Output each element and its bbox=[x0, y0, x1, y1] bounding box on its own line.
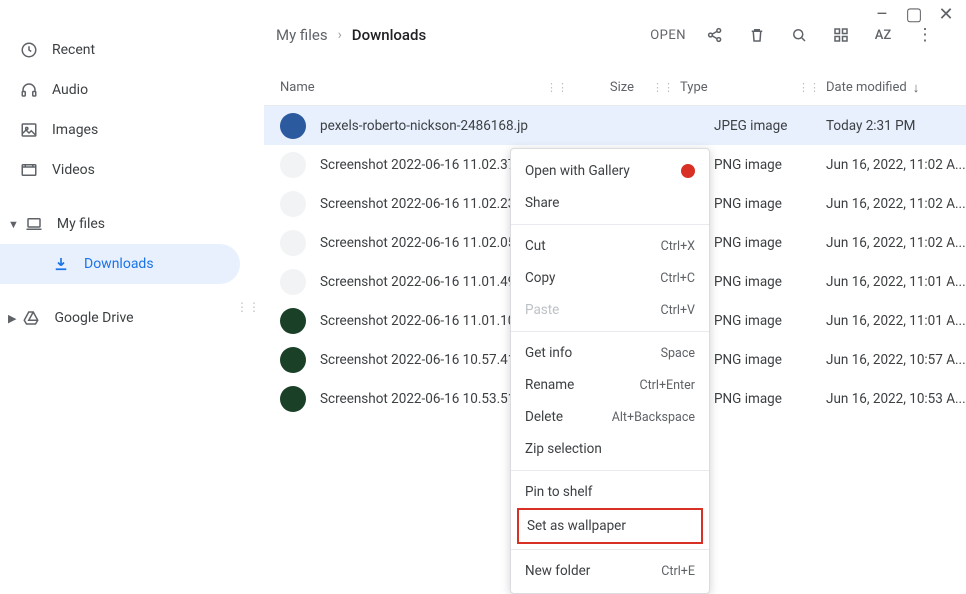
file-thumb-icon bbox=[280, 113, 306, 139]
menu-zip[interactable]: Zip selection bbox=[511, 433, 709, 465]
file-thumb-icon bbox=[280, 152, 306, 178]
file-date: Jun 16, 2022, 10:53 A... bbox=[826, 391, 966, 407]
sidebar-item-myfiles[interactable]: ▼ My files bbox=[0, 204, 240, 244]
sort-icon[interactable]: AZ bbox=[862, 14, 904, 56]
file-thumb-icon bbox=[280, 191, 306, 217]
sidebar-item-audio[interactable]: Audio bbox=[0, 70, 240, 110]
menu-rename[interactable]: RenameCtrl+Enter bbox=[511, 369, 709, 401]
file-type: PNG image bbox=[714, 274, 826, 290]
menu-newfolder[interactable]: New folderCtrl+E bbox=[511, 555, 709, 587]
grid-view-icon[interactable] bbox=[820, 14, 862, 56]
header: My files › Downloads OPEN AZ ⋮ bbox=[264, 0, 966, 70]
menu-separator bbox=[511, 331, 709, 332]
menu-open-gallery[interactable]: Open with Gallery bbox=[511, 155, 709, 187]
chevron-right-icon[interactable]: ▶ bbox=[8, 312, 16, 325]
column-grip-icon[interactable]: ⋮⋮ bbox=[540, 81, 574, 94]
file-type: PNG image bbox=[714, 196, 826, 212]
file-type: JPEG image bbox=[714, 118, 826, 134]
menu-delete[interactable]: DeleteAlt+Backspace bbox=[511, 401, 709, 433]
highlight-box: Set as wallpaper bbox=[517, 508, 703, 544]
sidebar: Recent Audio Images Videos ▼ My files Do… bbox=[0, 0, 250, 583]
file-type: PNG image bbox=[714, 352, 826, 368]
image-icon bbox=[20, 121, 52, 139]
sidebar-label: Downloads bbox=[84, 256, 154, 272]
sidebar-item-recent[interactable]: Recent bbox=[0, 30, 240, 70]
file-thumb-icon bbox=[280, 386, 306, 412]
file-date: Jun 16, 2022, 11:02 A... bbox=[826, 196, 966, 212]
sidebar-label: Images bbox=[52, 122, 98, 138]
laptop-icon bbox=[25, 215, 57, 233]
headphones-icon bbox=[20, 81, 52, 99]
file-thumb-icon bbox=[280, 308, 306, 334]
search-icon[interactable] bbox=[778, 14, 820, 56]
menu-set-wallpaper[interactable]: Set as wallpaper bbox=[519, 510, 701, 542]
chevron-down-icon[interactable]: ▼ bbox=[8, 218, 19, 231]
col-size[interactable]: Size bbox=[610, 80, 634, 95]
sidebar-item-images[interactable]: Images bbox=[0, 110, 240, 150]
sidebar-item-gdrive[interactable]: ▶ Google Drive bbox=[0, 298, 240, 338]
menu-cut[interactable]: CutCtrl+X bbox=[511, 230, 709, 262]
sidebar-label: Videos bbox=[52, 162, 95, 178]
arrow-down-icon: ↓ bbox=[913, 80, 920, 96]
file-type: PNG image bbox=[714, 157, 826, 173]
resize-grip-icon[interactable]: ⋮⋮ bbox=[236, 300, 260, 314]
menu-copy[interactable]: CopyCtrl+C bbox=[511, 262, 709, 294]
file-date: Jun 16, 2022, 11:01 A... bbox=[826, 274, 966, 290]
video-icon bbox=[20, 161, 52, 179]
chevron-right-icon: › bbox=[338, 27, 342, 43]
sidebar-item-downloads[interactable]: Downloads bbox=[0, 244, 240, 284]
menu-separator bbox=[511, 549, 709, 550]
download-icon bbox=[52, 255, 84, 273]
new-badge-icon bbox=[681, 164, 695, 178]
file-date: Today 2:31 PM bbox=[826, 118, 966, 134]
delete-icon[interactable] bbox=[736, 14, 778, 56]
sidebar-label: Recent bbox=[52, 42, 95, 58]
clock-icon bbox=[20, 41, 52, 59]
file-row[interactable]: pexels-roberto-nickson-2486168.jp JPEG im… bbox=[264, 106, 966, 145]
col-date[interactable]: Date modified bbox=[826, 80, 907, 95]
share-icon[interactable] bbox=[694, 14, 736, 56]
file-date: Jun 16, 2022, 10:57 A... bbox=[826, 352, 966, 368]
menu-separator bbox=[511, 224, 709, 225]
menu-paste: PasteCtrl+V bbox=[511, 294, 709, 326]
column-grip-icon[interactable]: ⋮⋮ bbox=[792, 81, 826, 94]
table-header: Name ⋮⋮ Size ⋮⋮ Type ⋮⋮ Date modified ↓ bbox=[264, 70, 966, 106]
file-type: PNG image bbox=[714, 313, 826, 329]
col-name[interactable]: Name bbox=[280, 80, 315, 95]
menu-pin[interactable]: Pin to shelf bbox=[511, 476, 709, 508]
file-date: Jun 16, 2022, 11:02 A... bbox=[826, 235, 966, 251]
open-button[interactable]: OPEN bbox=[650, 28, 686, 43]
column-grip-icon[interactable]: ⋮⋮ bbox=[646, 81, 680, 94]
col-type[interactable]: Type bbox=[680, 80, 708, 95]
file-thumb-icon bbox=[280, 269, 306, 295]
file-type: PNG image bbox=[714, 391, 826, 407]
breadcrumb-current[interactable]: Downloads bbox=[352, 26, 426, 44]
file-thumb-icon bbox=[280, 230, 306, 256]
sidebar-label: Google Drive bbox=[54, 310, 133, 326]
file-name: pexels-roberto-nickson-2486168.jp bbox=[320, 118, 642, 134]
menu-getinfo[interactable]: Get infoSpace bbox=[511, 337, 709, 369]
context-menu: Open with Gallery Share CutCtrl+X CopyCt… bbox=[510, 148, 710, 594]
breadcrumb-root[interactable]: My files bbox=[276, 26, 328, 44]
menu-share[interactable]: Share bbox=[511, 187, 709, 219]
menu-separator bbox=[511, 470, 709, 471]
sidebar-label: My files bbox=[57, 216, 105, 232]
file-date: Jun 16, 2022, 11:01 A... bbox=[826, 313, 966, 329]
sidebar-item-videos[interactable]: Videos bbox=[0, 150, 240, 190]
more-icon[interactable]: ⋮ bbox=[904, 14, 946, 56]
file-thumb-icon bbox=[280, 347, 306, 373]
file-type: PNG image bbox=[714, 235, 826, 251]
file-date: Jun 16, 2022, 11:02 A... bbox=[826, 157, 966, 173]
sidebar-label: Audio bbox=[52, 82, 88, 98]
drive-icon bbox=[22, 309, 54, 327]
